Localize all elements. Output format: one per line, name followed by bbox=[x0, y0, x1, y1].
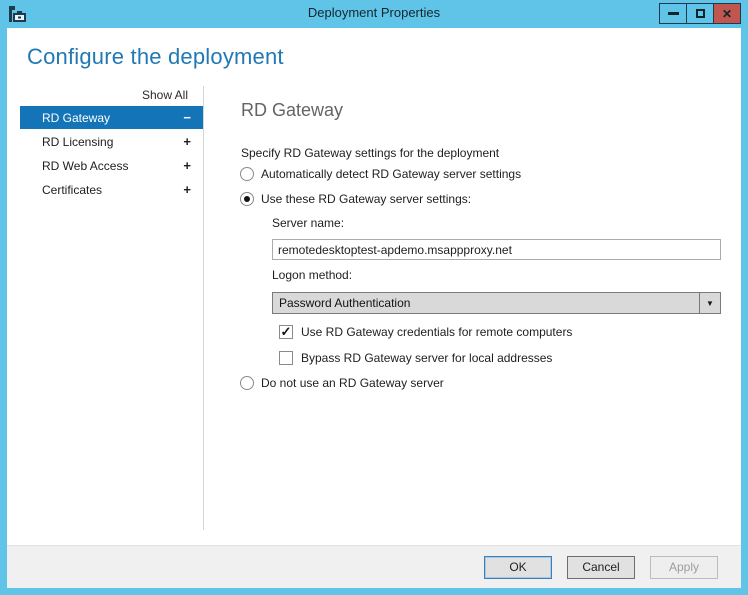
sidebar-item-label: RD Licensing bbox=[42, 135, 183, 149]
logon-method-value: Password Authentication bbox=[273, 296, 699, 310]
sidebar-item-label: Certificates bbox=[42, 183, 183, 197]
checkbox-checked-icon[interactable]: ✓ bbox=[279, 325, 293, 339]
dialog-content: Configure the deployment Show All RD Gat… bbox=[7, 28, 741, 588]
radio-label: Automatically detect RD Gateway server s… bbox=[261, 167, 521, 181]
radio-icon[interactable] bbox=[240, 167, 254, 181]
maximize-button[interactable] bbox=[686, 3, 714, 24]
radio-auto-detect[interactable]: Automatically detect RD Gateway server s… bbox=[240, 167, 521, 181]
sidebar-item-rd-gateway[interactable]: RD Gateway − bbox=[20, 106, 203, 129]
minimize-icon bbox=[668, 12, 679, 15]
sidebar-item-certificates[interactable]: Certificates + bbox=[20, 178, 203, 201]
close-button[interactable]: ✕ bbox=[713, 3, 741, 24]
sidebar-item-rd-web-access[interactable]: RD Web Access + bbox=[20, 154, 203, 177]
page-title: Configure the deployment bbox=[27, 44, 284, 70]
radio-icon[interactable] bbox=[240, 376, 254, 390]
checkbox-use-rd-gateway-credentials[interactable]: ✓ Use RD Gateway credentials for remote … bbox=[279, 325, 572, 339]
checkbox-bypass-local-addresses[interactable]: ✓ Bypass RD Gateway server for local add… bbox=[279, 351, 552, 365]
radio-label: Use these RD Gateway server settings: bbox=[261, 192, 471, 206]
radio-selected-icon[interactable] bbox=[240, 192, 254, 206]
maximize-icon bbox=[696, 9, 705, 18]
sidebar-separator bbox=[203, 86, 204, 530]
radio-label: Do not use an RD Gateway server bbox=[261, 376, 444, 390]
server-name-input[interactable] bbox=[272, 239, 721, 260]
close-icon: ✕ bbox=[722, 8, 732, 20]
server-name-label: Server name: bbox=[272, 216, 344, 230]
section-description: Specify RD Gateway settings for the depl… bbox=[241, 146, 499, 160]
apply-button[interactable]: Apply bbox=[650, 556, 718, 579]
checkbox-unchecked-icon[interactable]: ✓ bbox=[279, 351, 293, 365]
checkbox-label: Use RD Gateway credentials for remote co… bbox=[301, 325, 572, 339]
chevron-down-icon[interactable]: ▼ bbox=[699, 293, 720, 313]
radio-use-these-settings[interactable]: Use these RD Gateway server settings: bbox=[240, 192, 471, 206]
checkbox-label: Bypass RD Gateway server for local addre… bbox=[301, 351, 552, 365]
sidebar-item-label: RD Gateway bbox=[42, 111, 183, 125]
cancel-button[interactable]: Cancel bbox=[567, 556, 635, 579]
radio-do-not-use-gateway[interactable]: Do not use an RD Gateway server bbox=[240, 376, 444, 390]
ok-button[interactable]: OK bbox=[484, 556, 552, 579]
window-controls: ✕ bbox=[660, 3, 741, 24]
collapse-icon[interactable]: − bbox=[183, 110, 191, 125]
button-bar: OK Cancel Apply bbox=[7, 545, 741, 588]
deployment-properties-dialog: Deployment Properties ✕ Configure the de… bbox=[0, 0, 748, 595]
logon-method-select[interactable]: Password Authentication ▼ bbox=[272, 292, 721, 314]
sidebar-item-label: RD Web Access bbox=[42, 159, 183, 173]
section-title: RD Gateway bbox=[241, 100, 343, 121]
sidebar-item-rd-licensing[interactable]: RD Licensing + bbox=[20, 130, 203, 153]
window-title: Deployment Properties bbox=[0, 0, 748, 28]
minimize-button[interactable] bbox=[659, 3, 687, 24]
sidebar: RD Gateway − RD Licensing + RD Web Acces… bbox=[20, 106, 203, 202]
expand-icon[interactable]: + bbox=[183, 134, 191, 149]
titlebar: Deployment Properties ✕ bbox=[0, 0, 748, 28]
show-all-link[interactable]: Show All bbox=[117, 88, 188, 102]
logon-method-label: Logon method: bbox=[272, 268, 352, 282]
expand-icon[interactable]: + bbox=[183, 158, 191, 173]
expand-icon[interactable]: + bbox=[183, 182, 191, 197]
